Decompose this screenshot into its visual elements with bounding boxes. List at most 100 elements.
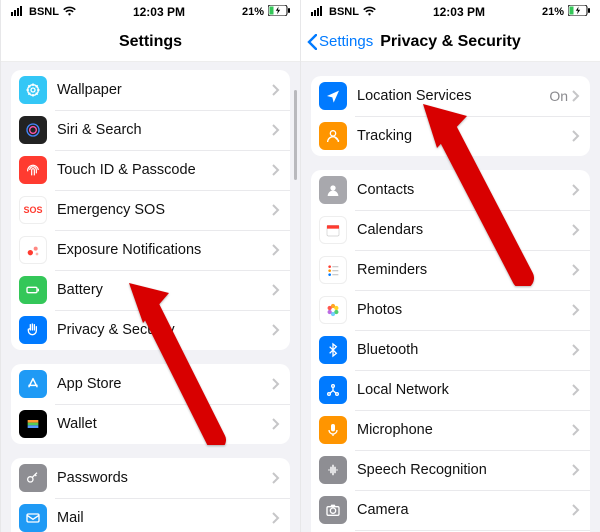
row-photos[interactable]: Photos (311, 290, 590, 330)
row-touchid[interactable]: Touch ID & Passcode (11, 150, 290, 190)
row-wallpaper[interactable]: Wallpaper (11, 70, 290, 110)
chevron-right-icon (272, 164, 280, 176)
battery-label: 21% (542, 6, 564, 18)
photos-icon (319, 296, 347, 324)
contacts-icon (319, 176, 347, 204)
row-microphone[interactable]: Microphone (311, 410, 590, 450)
chevron-right-icon (572, 504, 580, 516)
row-contacts[interactable]: Contacts (311, 170, 590, 210)
key-icon (19, 464, 47, 492)
mail-icon (19, 504, 47, 532)
microphone-icon (319, 416, 347, 444)
row-label: Mail (57, 510, 272, 526)
chevron-right-icon (272, 418, 280, 430)
chevron-right-icon (272, 472, 280, 484)
scroll-indicator[interactable] (294, 90, 297, 180)
row-wallet[interactable]: Wallet (11, 404, 290, 444)
privacy-list[interactable]: Location Services On Tracking Contacts (301, 62, 600, 532)
chevron-right-icon (272, 324, 280, 336)
wifi-icon (63, 6, 76, 19)
row-sos[interactable]: SOS Emergency SOS (11, 190, 290, 230)
reminders-icon (319, 256, 347, 284)
row-battery[interactable]: Battery (11, 270, 290, 310)
row-label: Location Services (357, 88, 549, 104)
phone-settings: BSNL 12:03 PM 21% Settings Wallpaper (0, 0, 300, 532)
row-camera[interactable]: Camera (311, 490, 590, 530)
bluetooth-icon (319, 336, 347, 364)
row-speech[interactable]: Speech Recognition (311, 450, 590, 490)
row-label: Calendars (357, 222, 572, 238)
row-exposure[interactable]: Exposure Notifications (11, 230, 290, 270)
page-title: Settings (119, 33, 182, 51)
chevron-right-icon (572, 424, 580, 436)
row-label: Privacy & Security (57, 322, 272, 338)
wallet-icon (19, 410, 47, 438)
status-bar: BSNL 12:03 PM 21% (1, 0, 300, 22)
signal-icon (311, 6, 325, 19)
settings-group: Contacts Calendars Reminders (311, 170, 590, 532)
chevron-right-icon (572, 90, 580, 102)
row-label: App Store (57, 376, 272, 392)
settings-list[interactable]: Wallpaper Siri & Search Touch ID & Passc… (1, 62, 300, 532)
chevron-right-icon (572, 384, 580, 396)
chevron-right-icon (272, 512, 280, 524)
signal-icon (11, 6, 25, 19)
row-localnetwork[interactable]: Local Network (311, 370, 590, 410)
camera-icon (319, 496, 347, 524)
speech-icon (319, 456, 347, 484)
calendar-icon (319, 216, 347, 244)
row-passwords[interactable]: Passwords (11, 458, 290, 498)
row-location[interactable]: Location Services On (311, 76, 590, 116)
chevron-right-icon (572, 184, 580, 196)
row-mail[interactable]: Mail (11, 498, 290, 532)
chevron-right-icon (572, 304, 580, 316)
chevron-right-icon (272, 284, 280, 296)
battery-icon (268, 5, 290, 19)
row-label: Photos (357, 302, 572, 318)
clock: 12:03 PM (433, 5, 485, 19)
row-privacy[interactable]: Privacy & Security (11, 310, 290, 350)
sos-icon: SOS (19, 196, 47, 224)
row-siri[interactable]: Siri & Search (11, 110, 290, 150)
row-label: Battery (57, 282, 272, 298)
row-appstore[interactable]: App Store (11, 364, 290, 404)
carrier-label: BSNL (329, 6, 359, 18)
settings-group: App Store Wallet (11, 364, 290, 444)
settings-group: Location Services On Tracking (311, 76, 590, 156)
battery-icon (568, 5, 590, 19)
battery-icon (19, 276, 47, 304)
chevron-right-icon (272, 84, 280, 96)
row-label: Microphone (357, 422, 572, 438)
phone-privacy: BSNL 12:03 PM 21% Settings Privacy & Sec… (300, 0, 600, 532)
row-label: Local Network (357, 382, 572, 398)
row-bluetooth[interactable]: Bluetooth (311, 330, 590, 370)
chevron-right-icon (572, 344, 580, 356)
row-reminders[interactable]: Reminders (311, 250, 590, 290)
exposure-icon (19, 236, 47, 264)
row-label: Bluetooth (357, 342, 572, 358)
row-label: Wallet (57, 416, 272, 432)
row-label: Exposure Notifications (57, 242, 272, 258)
fingerprint-icon (19, 156, 47, 184)
nav-bar: Settings (1, 22, 300, 62)
chevron-right-icon (572, 130, 580, 142)
carrier-label: BSNL (29, 6, 59, 18)
row-label: Passwords (57, 470, 272, 486)
clock: 12:03 PM (133, 5, 185, 19)
row-label: Emergency SOS (57, 202, 272, 218)
row-value: On (549, 88, 568, 104)
row-tracking[interactable]: Tracking (311, 116, 590, 156)
battery-label: 21% (242, 6, 264, 18)
back-button[interactable]: Settings (307, 22, 373, 61)
nav-bar: Settings Privacy & Security (301, 22, 600, 62)
chevron-right-icon (272, 244, 280, 256)
row-label: Speech Recognition (357, 462, 572, 478)
status-bar: BSNL 12:03 PM 21% (301, 0, 600, 22)
siri-icon (19, 116, 47, 144)
wallpaper-icon (19, 76, 47, 104)
chevron-right-icon (572, 224, 580, 236)
chevron-right-icon (272, 124, 280, 136)
row-calendars[interactable]: Calendars (311, 210, 590, 250)
row-label: Siri & Search (57, 122, 272, 138)
row-label: Touch ID & Passcode (57, 162, 272, 178)
